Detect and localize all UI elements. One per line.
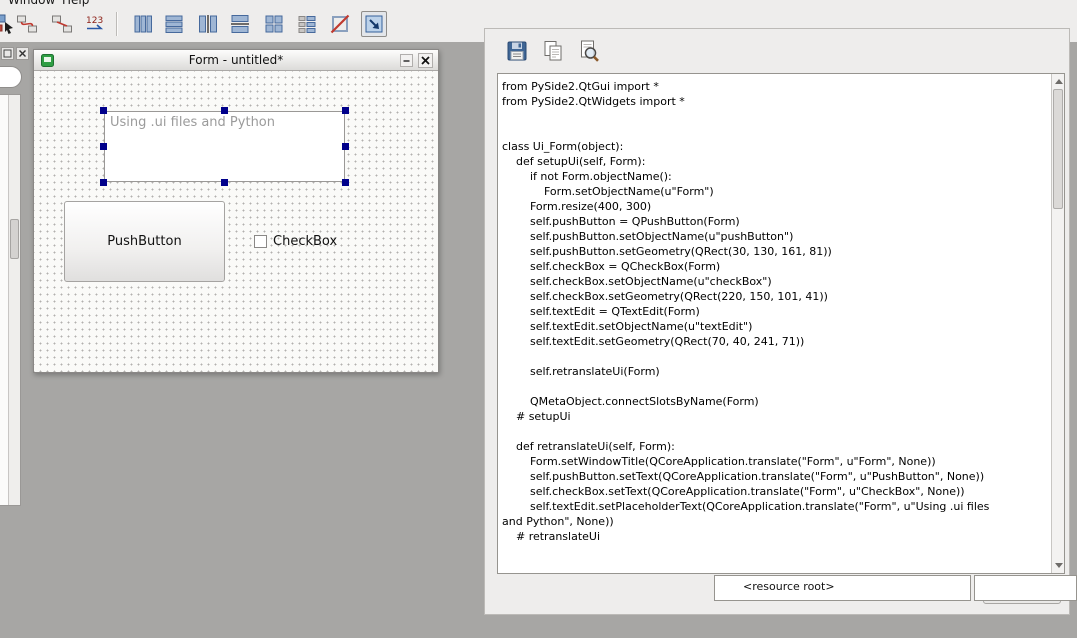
copy-icon (541, 39, 565, 63)
form-title: Form - untitled* (34, 53, 438, 67)
resource-browser-secondary-panel[interactable] (974, 575, 1077, 601)
code-preview-dialog: from PySide2.QtGui import * from PySide2… (484, 28, 1070, 615)
toolbar-button-lay-out-in-form-layout[interactable] (294, 11, 320, 37)
selection-handle[interactable] (100, 179, 107, 186)
minimize-button[interactable] (400, 54, 413, 67)
lay-out-in-grid-icon (263, 13, 285, 35)
float-icon (3, 49, 12, 58)
checkbox-indicator[interactable] (254, 235, 267, 248)
dock-float-button[interactable] (1, 47, 14, 60)
widget-filter-input[interactable] (0, 66, 22, 88)
tab-order-digits: 123 (86, 16, 103, 26)
toolbar-button-edit-buddies[interactable] (49, 11, 75, 37)
selection-handle[interactable] (100, 107, 107, 114)
form-editor-window: Form - untitled* Using .ui files and Pyt… (33, 49, 439, 373)
arrow-down-icon (1055, 563, 1063, 568)
textedit-widget[interactable]: Using .ui files and Python (104, 111, 345, 182)
toolbar-button-lay-out-horizontally[interactable] (130, 11, 156, 37)
lay-out-vertically-in-splitter-icon (229, 13, 251, 35)
menu-item-help[interactable]: Help (62, 0, 89, 7)
edit-buddies-icon (51, 13, 73, 35)
lay-out-in-form-layout-icon (296, 13, 318, 35)
qt-designer-window: Window Help 1 (0, 0, 1077, 638)
find-button[interactable] (575, 37, 603, 65)
resource-root-item[interactable]: <resource root> (743, 580, 835, 593)
toolbar-button-break-layout[interactable] (327, 11, 353, 37)
checkbox-widget[interactable]: CheckBox (254, 221, 355, 262)
code-text: from PySide2.QtGui import * from PySide2… (498, 74, 1051, 573)
scroll-thumb[interactable] (1053, 89, 1063, 209)
form-titlebar[interactable]: Form - untitled* (34, 50, 438, 71)
resource-browser-panel[interactable]: <resource root> (714, 575, 971, 601)
toolbar-button-lay-out-horizontally-in-splitter[interactable] (195, 11, 221, 37)
toolbar-button-adjust-size[interactable] (361, 11, 387, 37)
selection-handle[interactable] (342, 143, 349, 150)
selection-handle[interactable] (221, 179, 228, 186)
adjust-size-icon (363, 13, 385, 35)
selection-handle[interactable] (100, 143, 107, 150)
edit-tab-order-icon: 123 (84, 13, 106, 35)
scroll-down-button[interactable] (1052, 558, 1065, 573)
lay-out-horizontally-in-splitter-icon (197, 13, 219, 35)
minimize-icon (402, 56, 411, 65)
pushbutton-label: PushButton (107, 234, 181, 249)
toolbar-button-lay-out-vertically-in-splitter[interactable] (227, 11, 253, 37)
selection-handle[interactable] (342, 107, 349, 114)
code-scrollbar[interactable] (1051, 74, 1064, 573)
form-window-icon (41, 54, 54, 67)
selection-handle[interactable] (342, 179, 349, 186)
close-icon (420, 55, 431, 66)
widget-box-scrollbar[interactable] (8, 95, 20, 505)
code-view[interactable]: from PySide2.QtGui import * from PySide2… (497, 73, 1065, 574)
checkbox-label: CheckBox (273, 234, 337, 249)
copy-button[interactable] (539, 37, 567, 65)
menu-item-window[interactable]: Window (8, 0, 55, 7)
break-layout-icon (329, 13, 351, 35)
save-icon (505, 39, 529, 63)
close-icon (18, 49, 27, 58)
lay-out-horizontally-icon (132, 13, 154, 35)
widget-box-panel (0, 94, 21, 506)
save-button[interactable] (503, 37, 531, 65)
pushbutton-widget[interactable]: PushButton (64, 201, 225, 282)
textedit-placeholder: Using .ui files and Python (105, 112, 344, 133)
scroll-up-button[interactable] (1052, 74, 1065, 89)
find-icon (577, 39, 601, 63)
edit-signals-slots-icon (16, 13, 38, 35)
lay-out-vertically-icon (163, 13, 185, 35)
arrow-up-icon (1055, 79, 1063, 84)
selection-handle[interactable] (221, 107, 228, 114)
window-close-button[interactable] (418, 53, 433, 68)
dock-close-button[interactable] (16, 47, 29, 60)
toolbar-button-edit-signals-slots[interactable] (14, 11, 40, 37)
toolbar-button-lay-out-in-grid[interactable] (261, 11, 287, 37)
toolbar-button-lay-out-vertically[interactable] (161, 11, 187, 37)
toolbar-separator (116, 12, 118, 36)
toolbar-button-edit-tab-order[interactable]: 123 (82, 11, 108, 37)
widget-box-scroll-thumb[interactable] (10, 219, 19, 259)
form-canvas[interactable]: Using .ui files and Python PushButton Ch… (34, 71, 438, 372)
menubar: Window Help (0, 0, 1077, 8)
